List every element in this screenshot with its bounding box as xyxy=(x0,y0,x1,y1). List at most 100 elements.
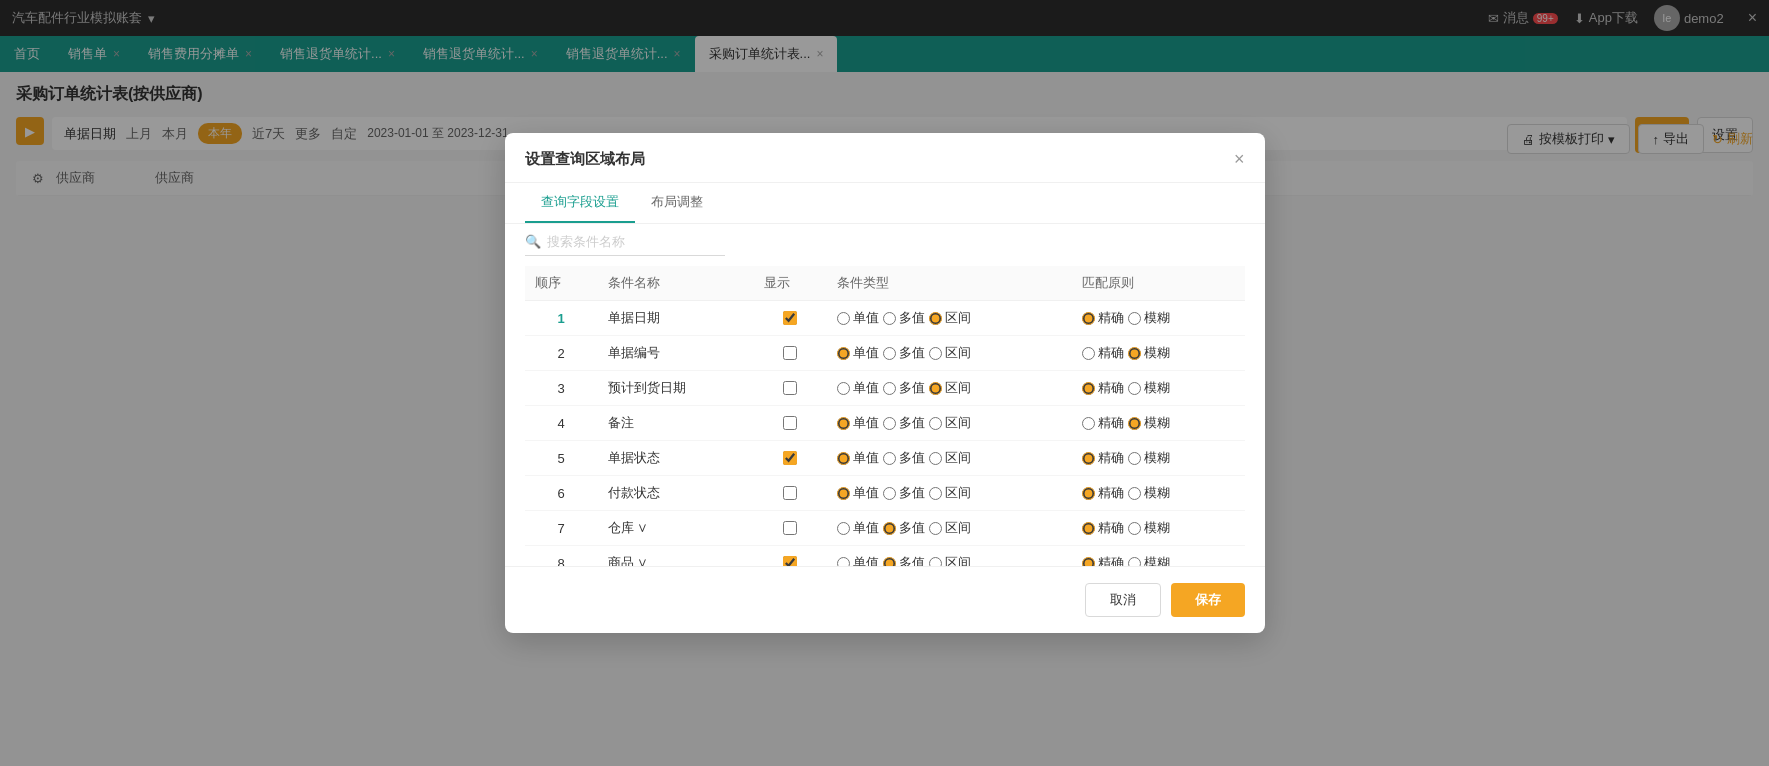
type-range-radio[interactable] xyxy=(929,522,942,535)
type-single-label[interactable]: 单值 xyxy=(837,554,879,566)
type-range-label[interactable]: 区间 xyxy=(929,554,971,566)
type-range-radio[interactable] xyxy=(929,347,942,360)
type-range-radio[interactable] xyxy=(929,312,942,325)
modal-search-area: 🔍 xyxy=(505,224,1265,266)
match-exact-radio[interactable] xyxy=(1082,312,1095,325)
match-fuzzy-radio[interactable] xyxy=(1128,382,1141,395)
type-single-radio[interactable] xyxy=(837,557,850,567)
type-single-radio[interactable] xyxy=(837,452,850,465)
type-range-label[interactable]: 区间 xyxy=(929,309,971,327)
match-fuzzy-label[interactable]: 模糊 xyxy=(1128,554,1170,566)
type-single-label[interactable]: 单值 xyxy=(837,449,879,467)
type-multi-label[interactable]: 多值 xyxy=(883,309,925,327)
type-multi-label[interactable]: 多值 xyxy=(883,449,925,467)
match-exact-label[interactable]: 精确 xyxy=(1082,379,1124,397)
type-multi-label[interactable]: 多值 xyxy=(883,519,925,537)
type-single-label[interactable]: 单值 xyxy=(837,379,879,397)
type-multi-radio[interactable] xyxy=(883,347,896,360)
type-range-label[interactable]: 区间 xyxy=(929,484,971,502)
type-multi-radio[interactable] xyxy=(883,312,896,325)
match-fuzzy-label[interactable]: 模糊 xyxy=(1128,449,1170,467)
match-exact-radio[interactable] xyxy=(1082,417,1095,430)
show-checkbox[interactable] xyxy=(783,381,797,395)
match-exact-label[interactable]: 精确 xyxy=(1082,309,1124,327)
type-range-label[interactable]: 区间 xyxy=(929,449,971,467)
match-exact-radio[interactable] xyxy=(1082,557,1095,567)
match-fuzzy-label[interactable]: 模糊 xyxy=(1128,519,1170,537)
type-multi-label[interactable]: 多值 xyxy=(883,554,925,566)
show-checkbox[interactable] xyxy=(783,346,797,360)
show-checkbox[interactable] xyxy=(783,416,797,430)
match-exact-label[interactable]: 精确 xyxy=(1082,344,1124,362)
match-fuzzy-radio[interactable] xyxy=(1128,312,1141,325)
show-checkbox[interactable] xyxy=(783,311,797,325)
match-fuzzy-radio[interactable] xyxy=(1128,417,1141,430)
type-single-radio[interactable] xyxy=(837,382,850,395)
show-checkbox[interactable] xyxy=(783,556,797,566)
show-checkbox[interactable] xyxy=(783,451,797,465)
type-multi-radio[interactable] xyxy=(883,382,896,395)
show-checkbox[interactable] xyxy=(783,521,797,535)
row-name: 单据状态 xyxy=(598,441,754,476)
match-fuzzy-label[interactable]: 模糊 xyxy=(1128,344,1170,362)
match-exact-label[interactable]: 精确 xyxy=(1082,449,1124,467)
type-multi-label[interactable]: 多值 xyxy=(883,344,925,362)
type-range-radio[interactable] xyxy=(929,487,942,500)
match-fuzzy-label[interactable]: 模糊 xyxy=(1128,414,1170,432)
type-multi-radio[interactable] xyxy=(883,487,896,500)
match-exact-label[interactable]: 精确 xyxy=(1082,519,1124,537)
match-fuzzy-radio[interactable] xyxy=(1128,452,1141,465)
type-single-label[interactable]: 单值 xyxy=(837,519,879,537)
type-range-radio[interactable] xyxy=(929,417,942,430)
match-fuzzy-label[interactable]: 模糊 xyxy=(1128,484,1170,502)
match-exact-label[interactable]: 精确 xyxy=(1082,554,1124,566)
type-range-label[interactable]: 区间 xyxy=(929,519,971,537)
match-fuzzy-label[interactable]: 模糊 xyxy=(1128,309,1170,327)
table-row: 6付款状态 单值 多值 区间 精确 模糊 xyxy=(525,476,1245,511)
type-range-radio[interactable] xyxy=(929,382,942,395)
type-multi-label[interactable]: 多值 xyxy=(883,484,925,502)
modal-close-button[interactable]: × xyxy=(1234,149,1245,170)
type-range-label[interactable]: 区间 xyxy=(929,414,971,432)
match-exact-radio[interactable] xyxy=(1082,347,1095,360)
modal-table-scroll[interactable]: 顺序 条件名称 显示 条件类型 匹配原则 1单据日期 单值 多值 区间 精确 模… xyxy=(525,266,1245,566)
type-range-label[interactable]: 区间 xyxy=(929,379,971,397)
type-multi-label[interactable]: 多值 xyxy=(883,379,925,397)
type-single-radio[interactable] xyxy=(837,417,850,430)
row-type: 单值 多值 区间 xyxy=(827,336,1072,371)
match-fuzzy-radio[interactable] xyxy=(1128,347,1141,360)
type-range-label[interactable]: 区间 xyxy=(929,344,971,362)
cancel-button[interactable]: 取消 xyxy=(1085,583,1161,617)
search-input[interactable] xyxy=(547,234,707,249)
type-multi-radio[interactable] xyxy=(883,417,896,430)
type-single-label[interactable]: 单值 xyxy=(837,484,879,502)
table-row: 2单据编号 单值 多值 区间 精确 模糊 xyxy=(525,336,1245,371)
match-exact-radio[interactable] xyxy=(1082,382,1095,395)
match-exact-radio[interactable] xyxy=(1082,487,1095,500)
show-checkbox[interactable] xyxy=(783,486,797,500)
type-range-radio[interactable] xyxy=(929,557,942,567)
type-range-radio[interactable] xyxy=(929,452,942,465)
match-exact-label[interactable]: 精确 xyxy=(1082,484,1124,502)
type-single-label[interactable]: 单值 xyxy=(837,309,879,327)
type-single-label[interactable]: 单值 xyxy=(837,414,879,432)
match-fuzzy-radio[interactable] xyxy=(1128,557,1141,567)
type-single-radio[interactable] xyxy=(837,312,850,325)
match-fuzzy-radio[interactable] xyxy=(1128,522,1141,535)
type-single-radio[interactable] xyxy=(837,522,850,535)
type-single-radio[interactable] xyxy=(837,347,850,360)
modal-tab-query-fields[interactable]: 查询字段设置 xyxy=(525,183,635,223)
type-multi-radio[interactable] xyxy=(883,557,896,567)
match-fuzzy-label[interactable]: 模糊 xyxy=(1128,379,1170,397)
type-single-radio[interactable] xyxy=(837,487,850,500)
type-multi-radio[interactable] xyxy=(883,522,896,535)
modal-tab-layout[interactable]: 布局调整 xyxy=(635,183,719,223)
match-exact-radio[interactable] xyxy=(1082,452,1095,465)
match-fuzzy-radio[interactable] xyxy=(1128,487,1141,500)
save-button[interactable]: 保存 xyxy=(1171,583,1245,617)
match-exact-label[interactable]: 精确 xyxy=(1082,414,1124,432)
type-single-label[interactable]: 单值 xyxy=(837,344,879,362)
match-exact-radio[interactable] xyxy=(1082,522,1095,535)
type-multi-label[interactable]: 多值 xyxy=(883,414,925,432)
type-multi-radio[interactable] xyxy=(883,452,896,465)
